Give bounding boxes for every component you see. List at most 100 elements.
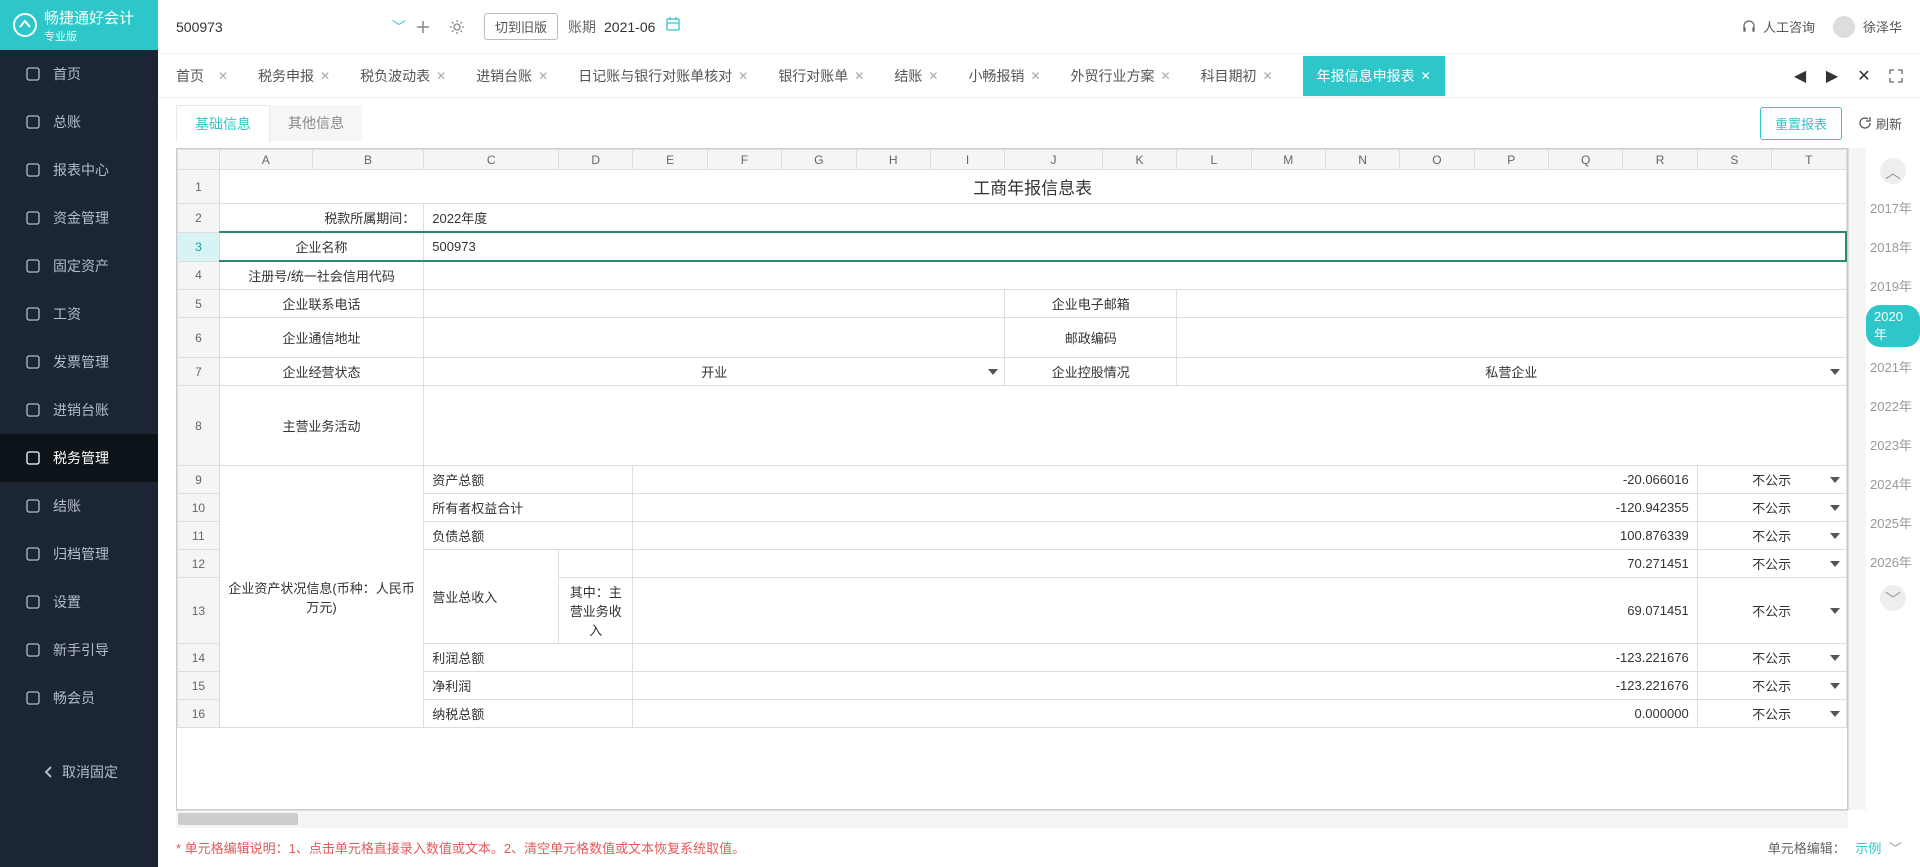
publish-select[interactable]: 不公示 [1697, 644, 1846, 672]
row-5[interactable]: 5 企业联系电话 企业电子邮箱 [178, 290, 1847, 318]
row-12[interactable]: 12营业总收入70.271451不公示 [178, 550, 1847, 578]
value-cell[interactable]: -123.221676 [633, 644, 1697, 672]
publish-select[interactable]: 不公示 [1697, 494, 1846, 522]
nav-asset[interactable]: 固定资产 [0, 242, 158, 290]
corner-cell[interactable] [178, 150, 220, 170]
year-2020年[interactable]: 2020年 [1866, 305, 1920, 347]
example-link[interactable]: 示例 [1855, 841, 1881, 856]
tab-2[interactable]: 税负波动表✕ [360, 66, 446, 86]
nav-inout[interactable]: 进销台账 [0, 386, 158, 434]
publish-select[interactable]: 不公示 [1697, 578, 1846, 644]
col-header-S[interactable]: S [1697, 150, 1771, 170]
col-header-I[interactable]: I [930, 150, 1004, 170]
calendar-icon[interactable] [665, 16, 681, 37]
row-1[interactable]: 1 工商年报信息表 [178, 170, 1847, 204]
value-cell[interactable]: -120.942355 [633, 494, 1697, 522]
row-4[interactable]: 4 注册号/统一社会信用代码 [178, 261, 1847, 290]
tab-9[interactable]: 科目期初✕ [1201, 66, 1273, 86]
vertical-scrollbar[interactable] [1848, 148, 1866, 810]
close-icon[interactable]: ✕ [436, 69, 446, 83]
spreadsheet[interactable]: ABCDEFGHIJKLMNOPQRST 1 工商年报信息表 2 税款所属期间：… [176, 148, 1848, 810]
year-2019年[interactable]: 2019年 [1866, 266, 1920, 305]
chevron-down-icon[interactable]: ﹀ [1889, 841, 1902, 856]
close-icon[interactable]: ✕ [928, 69, 938, 83]
col-header-L[interactable]: L [1177, 150, 1251, 170]
year-2018年[interactable]: 2018年 [1866, 227, 1920, 266]
close-icon[interactable]: ✕ [1421, 69, 1431, 83]
col-header-D[interactable]: D [559, 150, 633, 170]
col-header-A[interactable]: A [219, 150, 312, 170]
row-7[interactable]: 7 企业经营状态 开业 企业控股情况 私营企业 [178, 358, 1847, 386]
year-2025年[interactable]: 2025年 [1866, 503, 1920, 542]
col-header-T[interactable]: T [1772, 150, 1846, 170]
cancel-pin[interactable]: 取消固定 [0, 750, 158, 794]
close-icon[interactable]: ✕ [1161, 69, 1171, 83]
row-9[interactable]: 9企业资产状况信息(币种：人民币万元)资产总额-20.066016不公示 [178, 466, 1847, 494]
publish-select[interactable]: 不公示 [1697, 522, 1846, 550]
col-header-P[interactable]: P [1474, 150, 1548, 170]
holding-type-select[interactable]: 私营企业 [1177, 358, 1846, 386]
value-cell[interactable]: 70.271451 [633, 550, 1697, 578]
tab-0[interactable]: 首页✕ [176, 66, 228, 86]
business-status-select[interactable]: 开业 [424, 358, 1005, 386]
col-header-G[interactable]: G [782, 150, 856, 170]
nav-salary[interactable]: 工资 [0, 290, 158, 338]
tab-7[interactable]: 小畅报销✕ [968, 66, 1040, 86]
tab-5[interactable]: 银行对账单✕ [778, 66, 864, 86]
year-2022年[interactable]: 2022年 [1866, 386, 1920, 425]
row-16[interactable]: 16纳税总额0.000000不公示 [178, 700, 1847, 728]
year-2026年[interactable]: 2026年 [1866, 542, 1920, 581]
value-cell[interactable]: 100.876339 [633, 522, 1697, 550]
publish-select[interactable]: 不公示 [1697, 466, 1846, 494]
close-icon[interactable]: ✕ [738, 69, 748, 83]
publish-select[interactable]: 不公示 [1697, 700, 1846, 728]
tab-scroll-left[interactable]: ◀ [1784, 56, 1816, 96]
gear-icon[interactable] [440, 10, 474, 44]
tab-scroll-right[interactable]: ▶ [1816, 56, 1848, 96]
value-cell[interactable]: 0.000000 [633, 700, 1697, 728]
old-version-button[interactable]: 切到旧版 [484, 13, 558, 40]
value-cell[interactable]: -123.221676 [633, 672, 1697, 700]
tab-3[interactable]: 进销台账✕ [476, 66, 548, 86]
close-icon[interactable]: ✕ [854, 69, 864, 83]
publish-select[interactable]: 不公示 [1697, 672, 1846, 700]
add-icon[interactable] [406, 10, 440, 44]
horizontal-scrollbar[interactable] [176, 810, 1848, 828]
close-icon[interactable]: ✕ [218, 69, 228, 83]
col-header-M[interactable]: M [1251, 150, 1325, 170]
year-2017年[interactable]: 2017年 [1866, 188, 1920, 227]
nav-home[interactable]: 首页 [0, 50, 158, 98]
col-header-K[interactable]: K [1102, 150, 1176, 170]
nav-ledger[interactable]: 总账 [0, 98, 158, 146]
tab-close-all[interactable]: ✕ [1848, 56, 1880, 96]
refresh-button[interactable]: 刷新 [1858, 114, 1902, 133]
nav-guide[interactable]: 新手引导 [0, 626, 158, 674]
row-2[interactable]: 2 税款所属期间： 2022年度 [178, 204, 1847, 233]
tab-8[interactable]: 外贸行业方案✕ [1071, 66, 1171, 86]
year-down-icon[interactable]: ﹀ [1880, 585, 1906, 611]
col-header-B[interactable]: B [312, 150, 424, 170]
close-icon[interactable]: ✕ [1030, 69, 1040, 83]
nav-gear[interactable]: 设置 [0, 578, 158, 626]
user-menu[interactable]: 徐泽华 [1833, 16, 1902, 38]
sub-tab-basic[interactable]: 基础信息 [176, 105, 270, 142]
col-header-N[interactable]: N [1325, 150, 1399, 170]
tab-1[interactable]: 税务申报✕ [258, 66, 330, 86]
tab-4[interactable]: 日记账与银行对账单核对✕ [578, 66, 748, 86]
row-11[interactable]: 11负债总额100.876339不公示 [178, 522, 1847, 550]
close-icon[interactable]: ✕ [538, 69, 548, 83]
col-header-J[interactable]: J [1005, 150, 1103, 170]
year-2023年[interactable]: 2023年 [1866, 425, 1920, 464]
row-10[interactable]: 10所有者权益合计-120.942355不公示 [178, 494, 1847, 522]
row-8[interactable]: 8 主营业务活动 [178, 386, 1847, 466]
close-icon[interactable]: ✕ [1263, 69, 1273, 83]
value-cell[interactable]: 69.071451 [633, 578, 1697, 644]
year-up-icon[interactable]: ︿ [1880, 158, 1906, 184]
nav-invoice[interactable]: 发票管理 [0, 338, 158, 386]
tab-10[interactable]: 年报信息申报表✕ [1303, 56, 1445, 96]
row-14[interactable]: 14利润总额-123.221676不公示 [178, 644, 1847, 672]
reset-button[interactable]: 重置报表 [1760, 107, 1842, 140]
nav-fund[interactable]: 资金管理 [0, 194, 158, 242]
nav-member[interactable]: 畅会员 [0, 674, 158, 722]
company-name-cell[interactable]: 500973 [424, 232, 1846, 261]
